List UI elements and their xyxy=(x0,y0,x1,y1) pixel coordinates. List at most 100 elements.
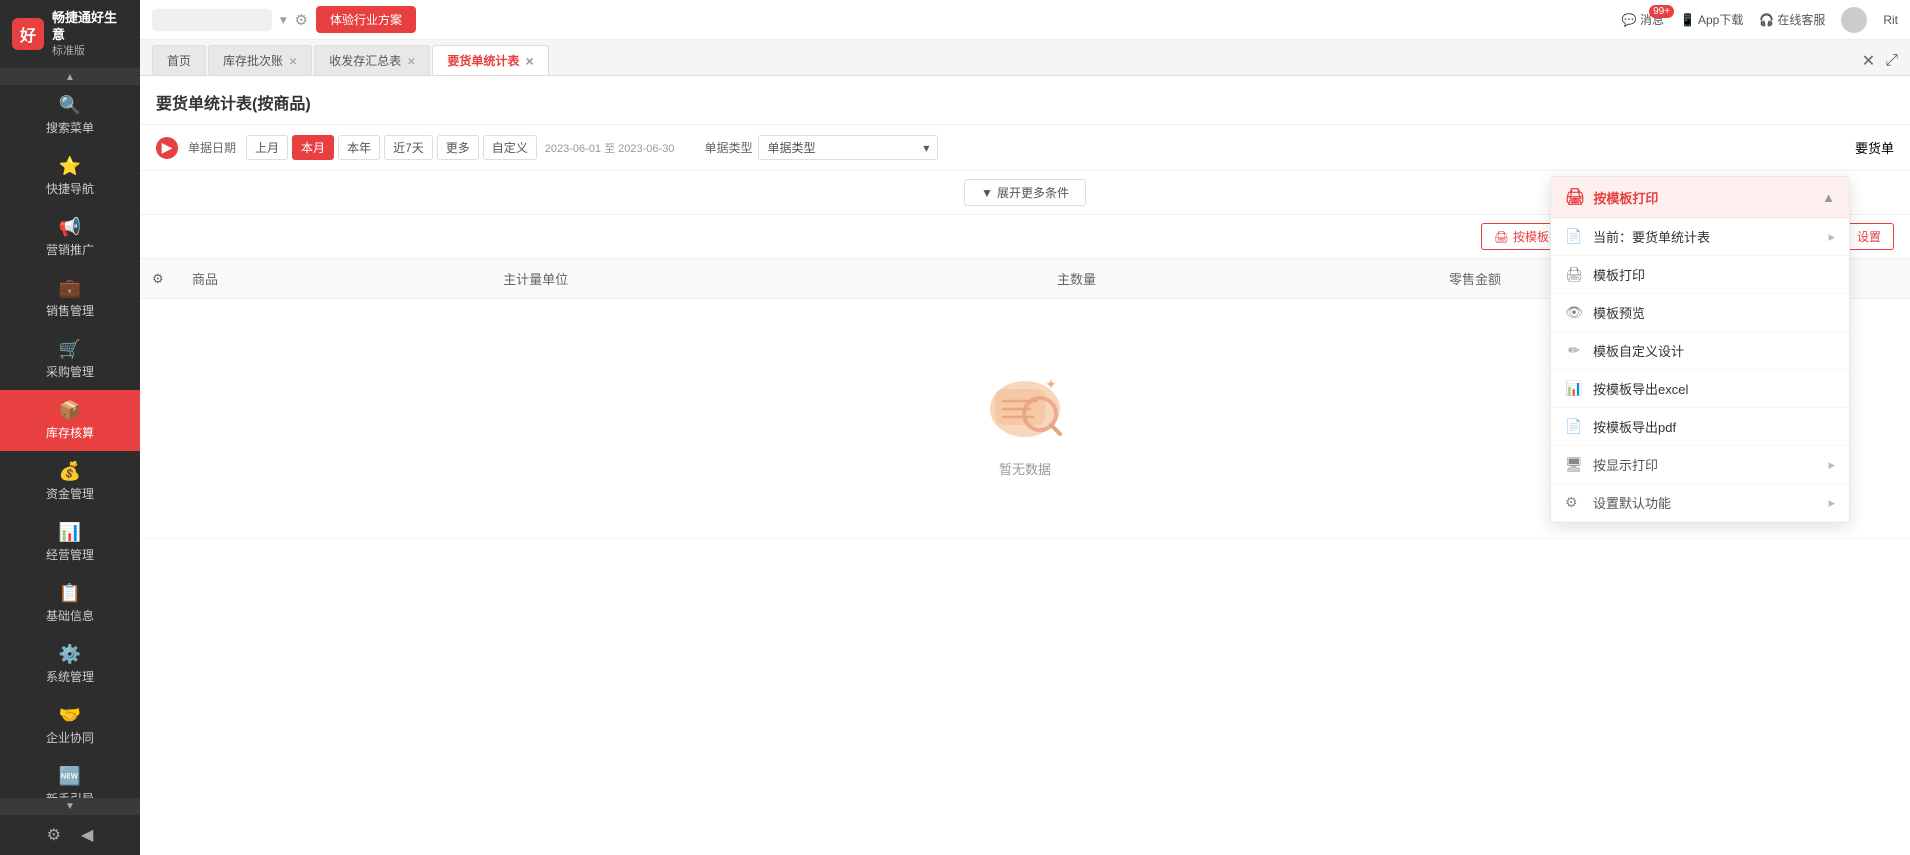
type-filter-label: 单据类型 xyxy=(704,139,752,156)
sidebar-item-label: 系统管理 xyxy=(46,668,94,685)
date-btn-this-month[interactable]: 本月 xyxy=(292,135,334,160)
print-icon: 🖨 xyxy=(1494,230,1509,244)
sidebar-item-search[interactable]: 🔍 搜索菜单 xyxy=(0,85,140,146)
type-select-arrow-icon: ▾ xyxy=(923,141,929,155)
set-default-icon: ⚙ xyxy=(1565,494,1583,511)
settings-button[interactable]: 设置 xyxy=(1844,223,1894,250)
dropdown-item-pdf[interactable]: 📄 按模板导出pdf xyxy=(1551,408,1849,446)
tabs-bar: 首页 库存批次账 × 收发存汇总表 × 要货单统计表 × ✕ ⤢ xyxy=(140,40,1910,76)
date-group: 上月 本月 本年 近7天 更多 自定义 2023-06-01 至 2023-06… xyxy=(246,135,674,160)
type-select[interactable]: 单据类型 ▾ xyxy=(758,135,938,160)
date-btn-custom[interactable]: 自定义 xyxy=(483,135,537,160)
scroll-down-arrow[interactable]: ▼ xyxy=(0,798,140,814)
message-icon: 💬 xyxy=(1622,13,1637,27)
sidebar-item-finance[interactable]: 💰 资金管理 xyxy=(0,451,140,512)
dropdown-item-design[interactable]: ✏ 模板自定义设计 xyxy=(1551,332,1849,370)
scroll-up-arrow[interactable]: ▲ xyxy=(0,69,140,85)
date-btn-last-month[interactable]: 上月 xyxy=(246,135,288,160)
sidebar-item-shortcut[interactable]: ⭐ 快捷导航 xyxy=(0,146,140,207)
settings-bottom-icon[interactable]: ⚙ xyxy=(47,825,61,845)
dropdown-item-preview[interactable]: 👁 模板预览 xyxy=(1551,294,1849,332)
search-nav-icon: 🔍 xyxy=(59,95,81,116)
sidebar-item-marketing[interactable]: 📢 营销推广 xyxy=(0,207,140,268)
search-input[interactable] xyxy=(152,9,272,31)
dropdown-title: 按模板打印 xyxy=(1593,188,1658,207)
page-content: 要货单统计表(按商品) ▶ 单据日期 上月 本月 本年 近7天 更多 自定义 2… xyxy=(140,76,1910,855)
download-label: App下载 xyxy=(1698,11,1743,28)
system-nav-icon: ⚙️ xyxy=(59,644,81,665)
table-settings-col[interactable]: ⚙ xyxy=(140,259,180,299)
current-template-label: 当前：要货单统计表 xyxy=(1593,227,1710,246)
tab-summary[interactable]: 收发存汇总表 × xyxy=(314,45,430,75)
app-download-link[interactable]: 📱 App下载 xyxy=(1680,11,1743,28)
tab-order-close[interactable]: × xyxy=(525,53,533,69)
template-print-icon: 🖨 xyxy=(1565,266,1583,283)
tab-home[interactable]: 首页 xyxy=(152,45,206,75)
sidebar-item-enterprise[interactable]: 🤝 企业协同 xyxy=(0,695,140,756)
purchase-nav-icon: 🛒 xyxy=(59,339,81,360)
dropdown-item-display-print[interactable]: 🖥 按显示打印 ▸ xyxy=(1551,446,1849,484)
template-excel-icon: 📊 xyxy=(1565,380,1583,397)
finance-nav-icon: 💰 xyxy=(59,461,81,482)
message-badge: 99+ xyxy=(1649,5,1674,18)
sidebar-item-label: 企业协同 xyxy=(46,729,94,746)
app-sub: 标准版 xyxy=(52,44,128,58)
expand-more-label: 展开更多条件 xyxy=(997,184,1069,201)
service-label: 在线客服 xyxy=(1777,11,1825,28)
type-select-value: 单据类型 xyxy=(767,139,815,156)
sidebar-item-basic[interactable]: 📋 基础信息 xyxy=(0,573,140,634)
logo-area: 好 畅捷通好生意 标准版 xyxy=(0,0,140,69)
tab-home-label: 首页 xyxy=(167,52,191,69)
sidebar-item-operation[interactable]: 📊 经营管理 xyxy=(0,512,140,573)
sidebar-nav: 🔍 搜索菜单 ⭐ 快捷导航 📢 营销推广 💼 销售管理 🛒 采购管理 📦 库存核… xyxy=(0,85,140,798)
template-excel-label: 按模板导出excel xyxy=(1593,379,1688,398)
set-default-label: 设置默认功能 xyxy=(1593,493,1671,512)
print-dropdown: 🖨 按模板打印 ▲ 📄 当前：要货单统计表 ▸ 🖨 模板打印 👁 模板预览 xyxy=(1550,176,1850,523)
search-chevron-icon[interactable]: ▾ xyxy=(280,12,287,28)
date-btn-more[interactable]: 更多 xyxy=(437,135,479,160)
tab-order[interactable]: 要货单统计表 × xyxy=(432,45,548,75)
trial-button[interactable]: 体验行业方案 xyxy=(316,6,416,33)
main-area: ▾ ⚙ 体验行业方案 💬 消息 99+ 📱 App下载 🎧 在线客服 Rit 首… xyxy=(140,0,1910,855)
dropdown-header: 🖨 按模板打印 ▲ xyxy=(1551,177,1849,218)
topbar-gear-icon[interactable]: ⚙ xyxy=(295,11,308,29)
dropdown-chevron-up-icon[interactable]: ▲ xyxy=(1822,190,1835,205)
operation-nav-icon: 📊 xyxy=(59,522,81,543)
empty-text: 暂无数据 xyxy=(999,459,1051,478)
enterprise-nav-icon: 🤝 xyxy=(59,705,81,726)
set-default-arrow-icon: ▸ xyxy=(1828,495,1835,511)
sidebar-item-inventory[interactable]: 📦 库存核算 xyxy=(0,390,140,451)
tab-batch[interactable]: 库存批次账 × xyxy=(208,45,312,75)
collapse-icon[interactable]: ◀ xyxy=(81,825,93,845)
dropdown-item-print[interactable]: 🖨 模板打印 xyxy=(1551,256,1849,294)
online-service-link[interactable]: 🎧 在线客服 xyxy=(1759,11,1825,28)
tab-maximize-icon[interactable]: ⤢ xyxy=(1885,52,1898,70)
filter-right: 要货单 xyxy=(1855,138,1894,157)
display-print-label: 按显示打印 xyxy=(1593,455,1658,474)
sidebar-item-guide[interactable]: 🆕 新手引导 xyxy=(0,756,140,798)
dropdown-item-current[interactable]: 📄 当前：要货单统计表 ▸ xyxy=(1551,218,1849,256)
dropdown-item-set-default[interactable]: ⚙ 设置默认功能 ▸ xyxy=(1551,484,1849,522)
date-range-text: 2023-06-01 至 2023-06-30 xyxy=(545,140,675,156)
sidebar-item-purchase[interactable]: 🛒 采购管理 xyxy=(0,329,140,390)
empty-illustration: ✦ xyxy=(965,359,1085,459)
template-print-label: 模板打印 xyxy=(1593,265,1645,284)
sidebar-item-label: 营销推广 xyxy=(46,241,94,258)
tab-close-all-icon[interactable]: ✕ xyxy=(1862,51,1875,71)
sidebar-item-label: 采购管理 xyxy=(46,363,94,380)
date-btn-7days[interactable]: 近7天 xyxy=(384,135,433,160)
sidebar-item-sales[interactable]: 💼 销售管理 xyxy=(0,268,140,329)
filter-expand-button[interactable]: ▶ xyxy=(156,137,178,159)
col-product: 商品 xyxy=(180,259,491,299)
message-button[interactable]: 💬 消息 99+ xyxy=(1622,11,1664,28)
tab-batch-label: 库存批次账 xyxy=(223,52,283,69)
sidebar-item-system[interactable]: ⚙️ 系统管理 xyxy=(0,634,140,695)
expand-more-button[interactable]: ▼ 展开更多条件 xyxy=(964,179,1086,206)
sidebar-item-label: 新手引导 xyxy=(46,790,94,798)
dropdown-item-excel[interactable]: 📊 按模板导出excel xyxy=(1551,370,1849,408)
tab-batch-close[interactable]: × xyxy=(289,53,297,69)
tab-summary-close[interactable]: × xyxy=(407,53,415,69)
date-btn-this-year[interactable]: 本年 xyxy=(338,135,380,160)
template-pdf-icon: 📄 xyxy=(1565,418,1583,435)
avatar[interactable] xyxy=(1841,7,1867,33)
